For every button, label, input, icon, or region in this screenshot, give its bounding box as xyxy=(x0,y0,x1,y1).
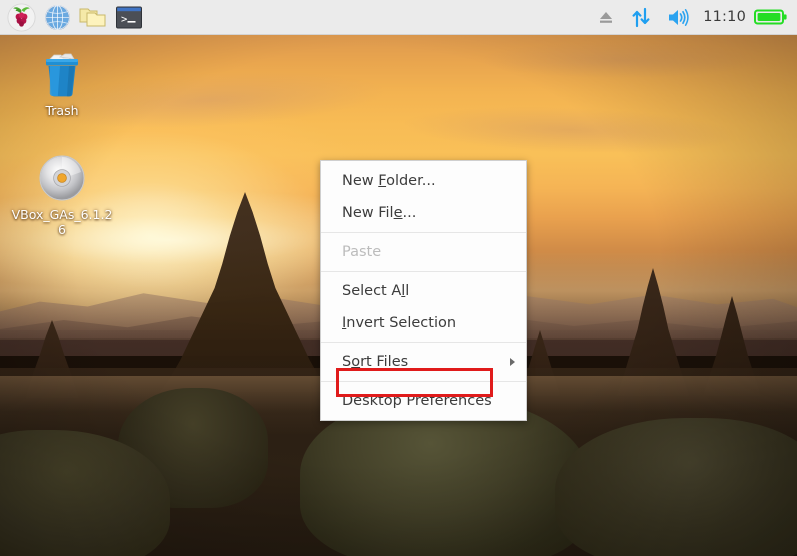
desktop-icon-trash[interactable]: Trash xyxy=(10,44,114,118)
menu-item-new-file[interactable]: New File... xyxy=(321,197,526,229)
menu-item-sort-files[interactable]: Sort Files xyxy=(321,346,526,378)
menu-separator xyxy=(321,381,526,382)
desktop-icon-label: Trash xyxy=(45,103,79,118)
taskbar: > 11:10 xyxy=(0,0,797,35)
clock[interactable]: 11:10 xyxy=(699,9,754,25)
battery-icon xyxy=(754,9,787,25)
cdrom-icon-glyph xyxy=(10,148,114,204)
network-icon xyxy=(632,7,650,27)
menu-item-label: New Folder... xyxy=(342,173,436,189)
taskbar-launcher-group: > xyxy=(0,1,146,34)
menu-item-label: Select All xyxy=(342,283,410,299)
file-manager-button[interactable] xyxy=(76,1,110,34)
menu-item-new-folder[interactable]: New Folder... xyxy=(321,165,526,197)
web-browser-icon xyxy=(44,4,70,30)
menu-separator xyxy=(321,232,526,233)
terminal-button[interactable]: > xyxy=(112,1,146,34)
eject-icon xyxy=(600,12,613,23)
desktop-context-menu: New Folder... New File... Paste Select A… xyxy=(320,160,527,421)
menu-item-label: Invert Selection xyxy=(342,315,457,331)
network-button[interactable] xyxy=(623,1,659,34)
menu-item-select-all[interactable]: Select All xyxy=(321,275,526,307)
volume-icon xyxy=(669,8,689,26)
menu-item-label: Desktop Preferences xyxy=(342,393,492,409)
menu-item-label: New File... xyxy=(342,205,417,221)
taskbar-tray: 11:10 xyxy=(589,1,797,34)
menu-item-label: Paste xyxy=(342,244,382,260)
battery-button[interactable] xyxy=(754,1,790,34)
trash-icon xyxy=(46,53,78,97)
menu-item-paste: Paste xyxy=(321,236,526,268)
volume-button[interactable] xyxy=(659,1,699,34)
terminal-icon: > xyxy=(116,6,142,28)
desktop-icon-label-line1: VBox_GAs_6.1 xyxy=(11,207,101,222)
raspberry-menu-button[interactable] xyxy=(4,1,38,34)
chevron-right-icon xyxy=(510,358,515,366)
file-manager-icon xyxy=(79,8,106,27)
menu-item-label: Sort Files xyxy=(342,354,409,370)
svg-text:>: > xyxy=(121,13,127,25)
menu-separator xyxy=(321,271,526,272)
menu-separator xyxy=(321,342,526,343)
raspberry-menu-icon xyxy=(6,2,36,32)
menu-item-invert-selection[interactable]: Invert Selection xyxy=(321,307,526,339)
cdrom-icon xyxy=(39,155,85,201)
eject-button[interactable] xyxy=(589,1,623,34)
menu-item-desktop-preferences[interactable]: Desktop Preferences xyxy=(321,385,526,417)
desktop-icon-label: VBox_GAs_6.1.26 xyxy=(10,207,114,237)
desktop-icon-cdrom[interactable]: VBox_GAs_6.1.26 xyxy=(10,148,114,237)
web-browser-button[interactable] xyxy=(40,1,74,34)
trash-icon-glyph xyxy=(10,44,114,100)
